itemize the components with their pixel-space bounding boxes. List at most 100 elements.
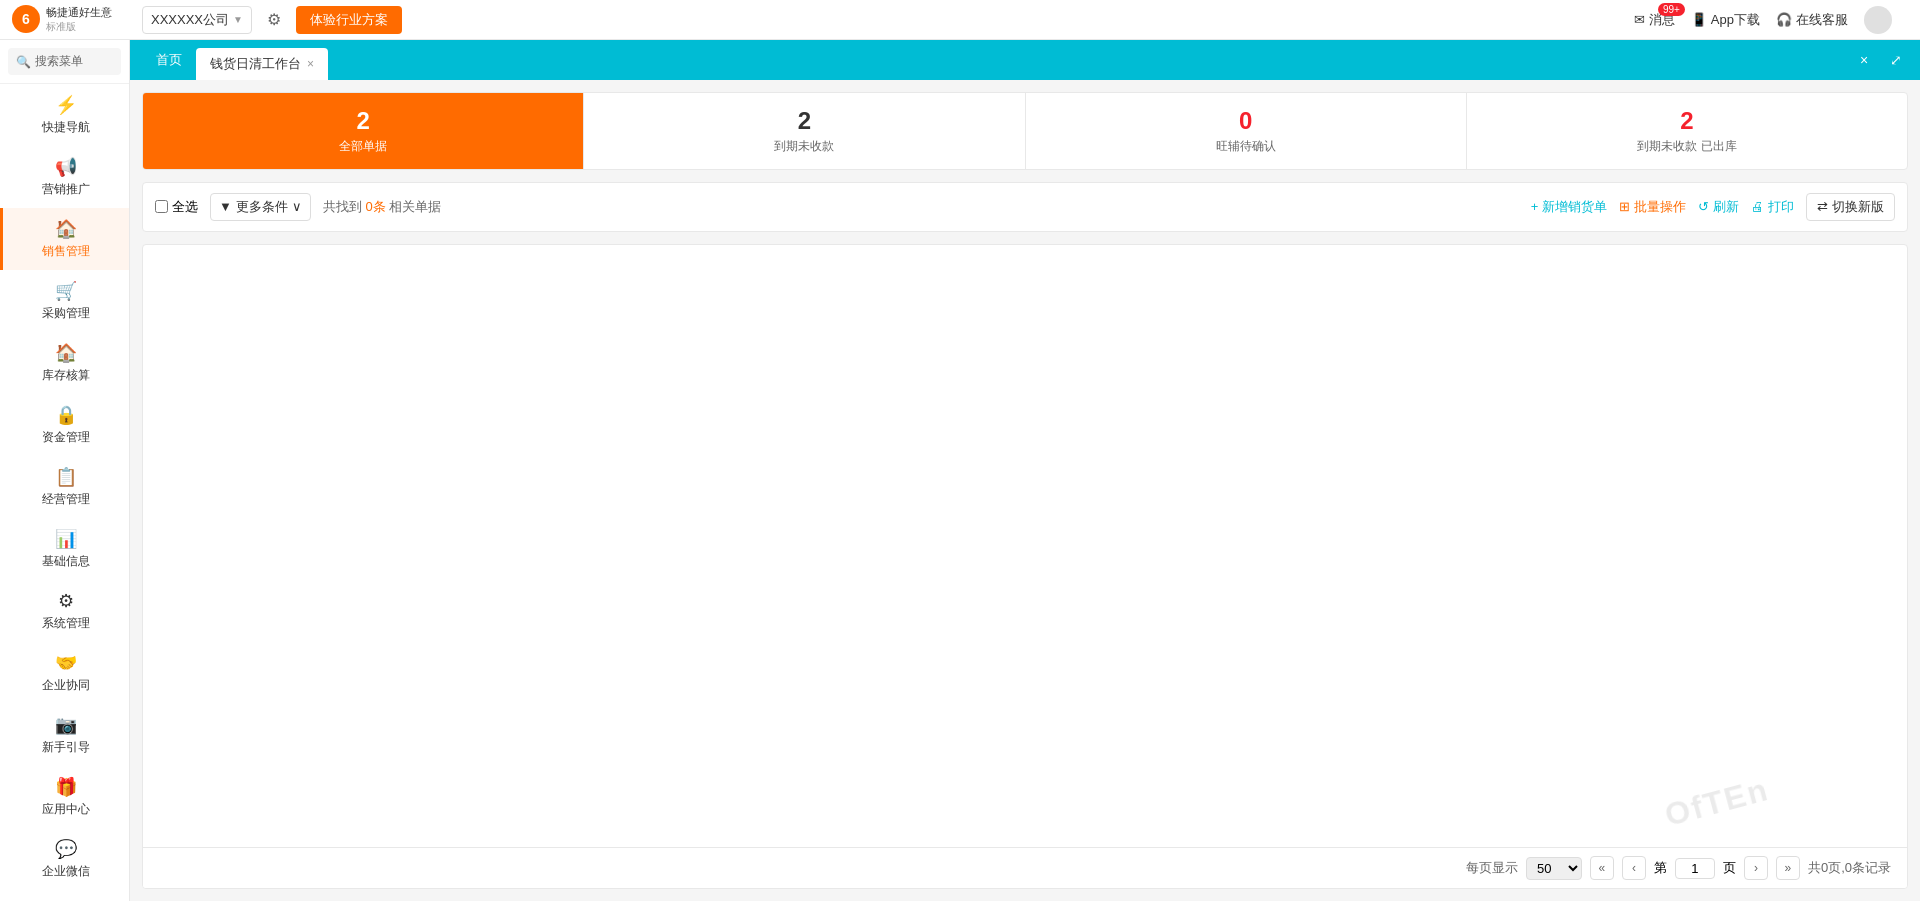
- sidebar-item-inventory[interactable]: 🏠 库存核算: [0, 332, 129, 394]
- switch-version-button[interactable]: ⇄ 切换新版: [1806, 193, 1895, 221]
- operation-icon: 📋: [55, 466, 77, 488]
- sidebar-item-basic-info[interactable]: 📊 基础信息: [0, 518, 129, 580]
- search-menu-button[interactable]: 🔍 搜索菜单: [8, 48, 121, 75]
- trial-button[interactable]: 体验行业方案: [296, 6, 402, 34]
- switch-icon: ⇄: [1817, 199, 1828, 214]
- switch-label: 切换新版: [1832, 198, 1884, 216]
- main-layout: 🔍 搜索菜单 ⚡ 快捷导航 📢 营销推广 🏠 销售管理 🛒 采购管理 🏠 库存核…: [0, 40, 1920, 901]
- sidebar-item-corp-coop[interactable]: 🤝 企业协同: [0, 642, 129, 704]
- sidebar-label-system: 系统管理: [42, 615, 90, 632]
- sidebar-item-system[interactable]: ⚙ 系统管理: [0, 580, 129, 642]
- per-page-label: 每页显示: [1466, 859, 1518, 877]
- print-button[interactable]: 🖨 打印: [1751, 198, 1794, 216]
- message-badge: 99+: [1658, 3, 1685, 16]
- message-icon: ✉: [1634, 12, 1645, 27]
- last-page-button[interactable]: »: [1776, 856, 1800, 880]
- sidebar-item-operation[interactable]: 📋 经营管理: [0, 456, 129, 518]
- batch-icon: ⊞: [1619, 199, 1630, 214]
- system-icon: ⚙: [58, 590, 74, 612]
- tab-active-label: 钱货日清工作台: [210, 55, 301, 73]
- avatar[interactable]: [1864, 6, 1892, 34]
- toolbar-right: + 新增销货单 ⊞ 批量操作 ↺ 刷新 🖨 打印 ⇄: [1531, 193, 1895, 221]
- sidebar-item-sales[interactable]: 🏠 销售管理: [0, 208, 129, 270]
- select-all-input[interactable]: [155, 200, 168, 213]
- online-service-label: 在线客服: [1796, 11, 1848, 29]
- stat-label-overdue-unpaid: 到期未收款: [602, 138, 1006, 155]
- stat-card-overdue-unpaid[interactable]: 2 到期未收款: [584, 93, 1025, 169]
- sidebar-item-member[interactable]: ▽ 畅会员: [0, 890, 129, 901]
- print-label: 打印: [1768, 198, 1794, 216]
- marketing-icon: 📢: [55, 156, 77, 178]
- table-area: 每页显示 50 100 200 « ‹ 第 页 › » 共0页,0条记录: [142, 244, 1908, 889]
- search-icon: 🔍: [16, 55, 31, 69]
- company-dropdown-arrow: ▼: [233, 14, 243, 25]
- sidebar-item-finance[interactable]: 🔒 资金管理: [0, 394, 129, 456]
- tab-active[interactable]: 钱货日清工作台 ×: [196, 48, 328, 80]
- corp-wechat-icon: 💬: [55, 838, 77, 860]
- app-badge: 标准版: [46, 20, 112, 34]
- pagination: 每页显示 50 100 200 « ‹ 第 页 › » 共0页,0条记录: [143, 847, 1907, 888]
- refresh-label: 刷新: [1713, 198, 1739, 216]
- filter-button[interactable]: ▼ 更多条件 ∨: [210, 193, 311, 221]
- tab-close-button[interactable]: ×: [307, 57, 314, 71]
- guide-icon: 📷: [55, 714, 77, 736]
- filter-label: 更多条件: [236, 198, 288, 216]
- sidebar-item-marketing[interactable]: 📢 营销推广: [0, 146, 129, 208]
- sidebar-label-basic-info: 基础信息: [42, 553, 90, 570]
- content-area: 首页 钱货日清工作台 × × ⤢ 2 全部单据 2 到期未收款: [130, 40, 1920, 901]
- sidebar-item-purchase[interactable]: 🛒 采购管理: [0, 270, 129, 332]
- stat-num-pending-confirm: 0: [1044, 107, 1448, 136]
- company-selector[interactable]: XXXXXX公司 ▼: [142, 6, 252, 34]
- refresh-icon: ↺: [1698, 199, 1709, 214]
- sidebar-label-purchase: 采购管理: [42, 305, 90, 322]
- online-service-icon: 🎧: [1776, 12, 1792, 27]
- sidebar-label-operation: 经营管理: [42, 491, 90, 508]
- batch-label: 批量操作: [1634, 198, 1686, 216]
- sidebar-item-corp-wechat[interactable]: 💬 企业微信: [0, 828, 129, 890]
- tab-home[interactable]: 首页: [142, 40, 196, 80]
- sidebar-label-marketing: 营销推广: [42, 181, 90, 198]
- stat-num-overdue-unpaid: 2: [602, 107, 1006, 136]
- print-icon: 🖨: [1751, 199, 1764, 214]
- app-download-icon: 📱: [1691, 12, 1707, 27]
- sidebar-item-guide[interactable]: 📷 新手引导: [0, 704, 129, 766]
- batch-operation-button[interactable]: ⊞ 批量操作: [1619, 198, 1686, 216]
- per-page-select[interactable]: 50 100 200: [1526, 857, 1582, 880]
- stat-num-all: 2: [161, 107, 565, 136]
- sidebar-label-inventory: 库存核算: [42, 367, 90, 384]
- online-service-button[interactable]: 🎧 在线客服: [1776, 11, 1848, 29]
- stat-card-overdue-unshipped[interactable]: 2 到期未收款 已出库: [1467, 93, 1907, 169]
- tab-bar-actions: × ⤢: [1852, 48, 1908, 72]
- refresh-button[interactable]: ↺ 刷新: [1698, 198, 1739, 216]
- logo-area: 6 畅捷通好生意 标准版: [12, 5, 142, 33]
- sidebar-label-finance: 资金管理: [42, 429, 90, 446]
- header-right: ✉ 消息 99+ 📱 App下载 🎧 在线客服: [1634, 6, 1908, 34]
- page-label-suffix: 页: [1723, 859, 1736, 877]
- new-sales-order-button[interactable]: + 新增销货单: [1531, 198, 1607, 216]
- sidebar-label-corp-coop: 企业协同: [42, 677, 90, 694]
- select-all-checkbox[interactable]: 全选: [155, 198, 198, 216]
- finance-icon: 🔒: [55, 404, 77, 426]
- app-download-label: App下载: [1711, 11, 1760, 29]
- found-count: 0条: [366, 199, 386, 214]
- message-button[interactable]: ✉ 消息 99+: [1634, 11, 1675, 29]
- stat-label-pending-confirm: 旺辅待确认: [1044, 138, 1448, 155]
- page-number-input[interactable]: [1675, 858, 1715, 879]
- settings-button[interactable]: ⚙: [260, 6, 288, 34]
- stat-card-pending-confirm[interactable]: 0 旺辅待确认: [1026, 93, 1467, 169]
- purchase-icon: 🛒: [55, 280, 77, 302]
- prev-page-button[interactable]: ‹: [1622, 856, 1646, 880]
- first-page-button[interactable]: «: [1590, 856, 1614, 880]
- tab-maximize-button[interactable]: ⤢: [1884, 48, 1908, 72]
- next-page-button[interactable]: ›: [1744, 856, 1768, 880]
- found-text: 共找到 0条 相关单据: [323, 198, 441, 216]
- stat-card-all[interactable]: 2 全部单据: [143, 93, 584, 169]
- sidebar-item-quick-nav[interactable]: ⚡ 快捷导航: [0, 84, 129, 146]
- sales-icon: 🏠: [55, 218, 77, 240]
- sidebar: 🔍 搜索菜单 ⚡ 快捷导航 📢 营销推广 🏠 销售管理 🛒 采购管理 🏠 库存核…: [0, 40, 130, 901]
- sidebar-item-app-center[interactable]: 🎁 应用中心: [0, 766, 129, 828]
- tab-minimize-button[interactable]: ×: [1852, 48, 1876, 72]
- sidebar-search-area: 🔍 搜索菜单: [0, 40, 129, 84]
- sidebar-label-corp-wechat: 企业微信: [42, 863, 90, 880]
- app-download-button[interactable]: 📱 App下载: [1691, 11, 1760, 29]
